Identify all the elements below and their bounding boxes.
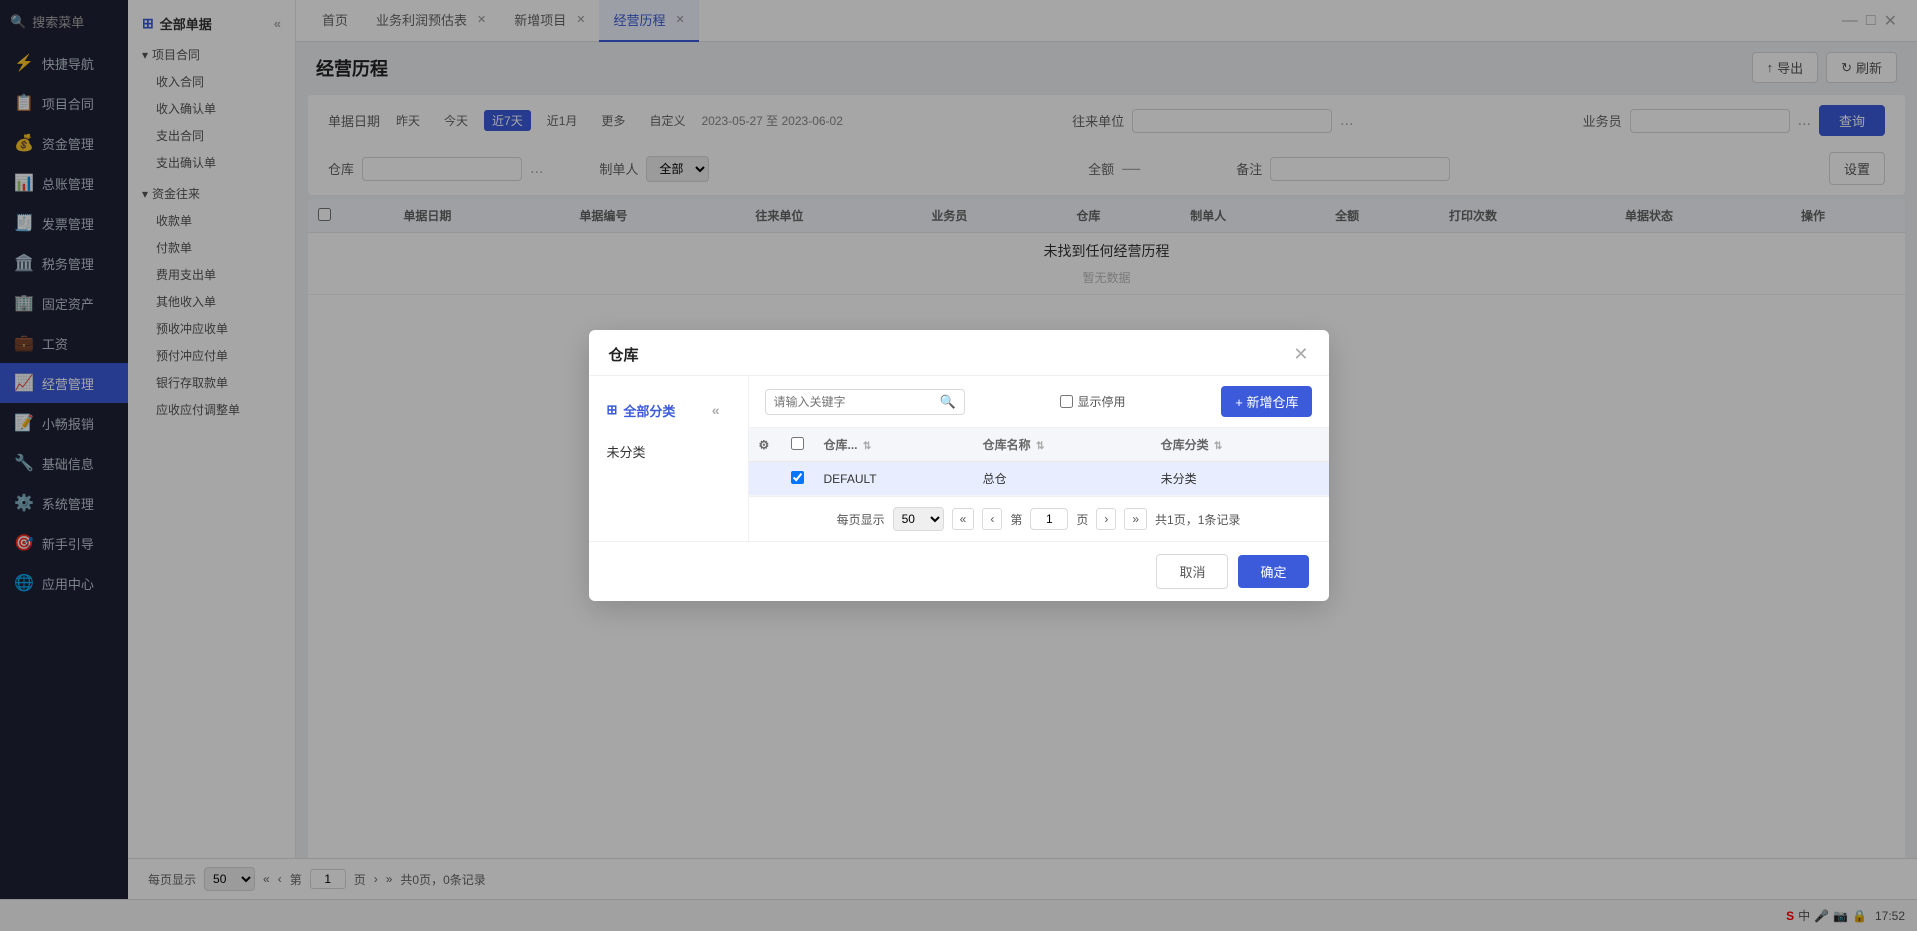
- row-checkbox: [781, 462, 814, 496]
- modal-table-header: ⚙ 仓库... ⇅ 仓库名称 ⇅ 仓库分类 ⇅: [749, 428, 1329, 462]
- modal-next-btn[interactable]: ›: [1096, 508, 1116, 530]
- modal-col-code: 仓库... ⇅: [814, 428, 973, 462]
- search-icon2: 🔍: [940, 394, 956, 410]
- search-box: 🔍: [765, 389, 965, 415]
- modal-right-panel: 🔍 显示停用 + 新增仓库 ⚙: [749, 376, 1329, 541]
- row-settings: [749, 462, 781, 496]
- show-disabled-checkbox[interactable]: [1060, 395, 1073, 408]
- modal-last-btn[interactable]: »: [1124, 508, 1147, 530]
- modal-prev-btn[interactable]: ‹: [982, 508, 1002, 530]
- modal-close-btn[interactable]: ✕: [1293, 344, 1308, 365]
- modal-table-body: DEFAULT 总仓 未分类: [749, 462, 1329, 496]
- modal-left-uncategorized[interactable]: 未分类: [589, 434, 748, 469]
- modal-col-checkbox: [781, 428, 814, 462]
- modal-left-all-category[interactable]: ⊞ 全部分类 «: [589, 386, 748, 434]
- modal-title: 仓库: [609, 344, 639, 365]
- show-disabled-label[interactable]: 显示停用: [1060, 393, 1125, 410]
- modal-table-wrap: ⚙ 仓库... ⇅ 仓库名称 ⇅ 仓库分类 ⇅: [749, 428, 1329, 496]
- modal-left-panel: ⊞ 全部分类 « 未分类: [589, 376, 749, 541]
- warehouse-modal: 仓库 ✕ ⊞ 全部分类 « 未分类: [589, 330, 1329, 601]
- modal-page-label: 第: [1010, 511, 1022, 528]
- modal-search-input[interactable]: [774, 395, 934, 409]
- show-disabled-text: 显示停用: [1077, 393, 1125, 410]
- row-category: 未分类: [1151, 462, 1329, 496]
- modal-table: ⚙ 仓库... ⇅ 仓库名称 ⇅ 仓库分类 ⇅: [749, 428, 1329, 496]
- modal-total-info: 共1页，1条记录: [1155, 511, 1240, 528]
- modal-col-category: 仓库分类 ⇅: [1151, 428, 1329, 462]
- settings-icon2[interactable]: ⚙: [759, 438, 770, 452]
- modal-first-btn[interactable]: «: [952, 508, 975, 530]
- row-name: 总仓: [973, 462, 1151, 496]
- modal-col-settings: ⚙: [749, 428, 781, 462]
- all-category-label: 全部分类: [623, 401, 675, 420]
- row-code: DEFAULT: [814, 462, 973, 496]
- table-row[interactable]: DEFAULT 总仓 未分类: [749, 462, 1329, 496]
- modal-page-suffix: 页: [1076, 511, 1088, 528]
- modal-page-input[interactable]: [1030, 508, 1068, 530]
- modal-select-all[interactable]: [791, 437, 804, 450]
- modal-header: 仓库 ✕: [589, 330, 1329, 376]
- collapse-arrows[interactable]: «: [702, 394, 730, 426]
- modal-pagination: 每页显示 50100 « ‹ 第 页 › » 共1页，1条记录: [749, 496, 1329, 541]
- modal-per-page-label: 每页显示: [837, 511, 885, 528]
- cancel-button[interactable]: 取消: [1156, 554, 1228, 589]
- modal-toolbar: 🔍 显示停用 + 新增仓库: [749, 376, 1329, 428]
- modal-overlay[interactable]: 仓库 ✕ ⊞ 全部分类 « 未分类: [0, 0, 1917, 931]
- confirm-button[interactable]: 确定: [1238, 555, 1308, 588]
- modal-col-name: 仓库名称 ⇅: [973, 428, 1151, 462]
- uncategorized-label: 未分类: [607, 442, 646, 461]
- add-warehouse-button[interactable]: + 新增仓库: [1221, 386, 1312, 417]
- grid-icon2: ⊞: [607, 402, 618, 418]
- modal-body: ⊞ 全部分类 « 未分类 🔍 显示停用: [589, 376, 1329, 541]
- row-select-checkbox[interactable]: [791, 471, 804, 484]
- modal-actions: 取消 确定: [589, 541, 1329, 601]
- modal-per-page-select[interactable]: 50100: [893, 507, 944, 531]
